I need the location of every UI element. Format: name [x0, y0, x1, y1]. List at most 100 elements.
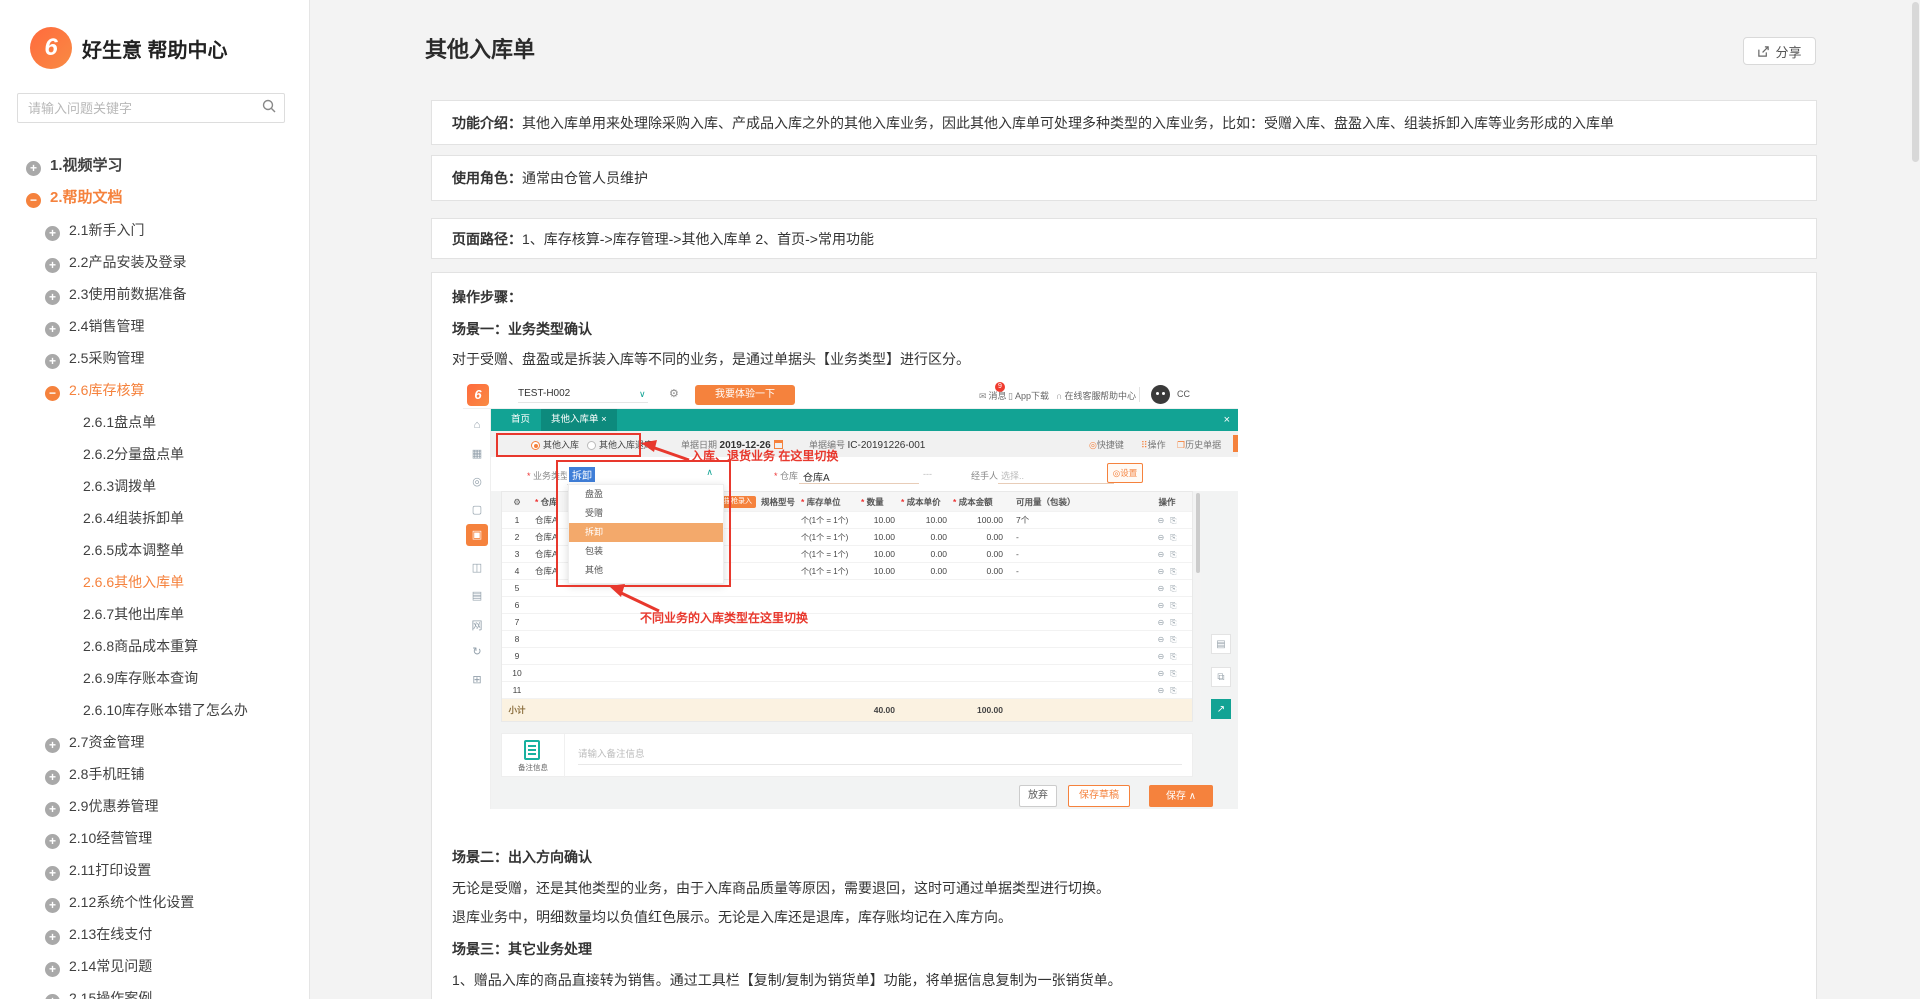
delete-row-icon: ⊖	[1157, 533, 1165, 542]
sidebar-item[interactable]: +2.10经营管理	[0, 822, 310, 854]
page-path-text: 1、库存核算->库存管理->其他入库单 2、首页->常用功能	[522, 230, 874, 247]
sidebar-item-label: 2.6.4组装拆卸单	[83, 510, 185, 526]
sidebar-item[interactable]: 2.6.5成本调整单	[0, 534, 310, 566]
delete-row-icon: ⊖	[1157, 516, 1165, 525]
annotation-text-2: 不同业务的入库类型在这里切换	[640, 611, 809, 625]
delete-row-icon: ⊖	[1157, 584, 1165, 593]
sidebar-item[interactable]: 2.6.1盘点单	[0, 406, 310, 438]
expand-icon[interactable]: +	[45, 994, 60, 999]
expand-icon[interactable]: +	[45, 290, 60, 305]
table-cell: 10.00	[925, 515, 947, 525]
expand-icon[interactable]: +	[45, 802, 60, 817]
expand-icon[interactable]: +	[45, 834, 60, 849]
page-path-label: 页面路径：	[452, 230, 522, 247]
sidebar-item[interactable]: +2.2产品安装及登录	[0, 246, 310, 278]
collapse-icon[interactable]: −	[45, 386, 60, 401]
biz-type-value: 拆卸	[569, 467, 595, 482]
sidebar-item[interactable]: 2.6.4组装拆卸单	[0, 502, 310, 534]
save-button: 保存 ∧	[1149, 785, 1213, 807]
table-cell	[898, 665, 950, 681]
steps-box: 操作步骤： 场景一：业务类型确认 对于受赠、盘盈或是拆装入库等不同的业务，是通过…	[431, 272, 1817, 999]
search-input[interactable]	[18, 100, 254, 116]
table-cell	[1006, 648, 1146, 664]
sidebar-item[interactable]: +2.7资金管理	[0, 726, 310, 758]
clipboard-icon	[524, 740, 540, 760]
expand-icon[interactable]: +	[45, 962, 60, 977]
sidebar-item-label: 2.3使用前数据准备	[69, 286, 187, 302]
expand-icon[interactable]: +	[45, 258, 60, 273]
sidebar-item[interactable]: +1.视频学习	[0, 150, 310, 182]
col-spec: 规格型号	[761, 497, 796, 507]
sidebar-item[interactable]: 2.6.6其他入库单	[0, 566, 310, 598]
expand-icon[interactable]: +	[45, 322, 60, 337]
table-cell: -	[1016, 532, 1019, 542]
sidebar-item[interactable]: +2.5采购管理	[0, 342, 310, 374]
expand-icon[interactable]: +	[45, 738, 60, 753]
sidebar-item[interactable]: 2.6.10库存账本错了怎么办	[0, 694, 310, 726]
gear-icon: ⚙	[669, 388, 679, 400]
expand-icon[interactable]: +	[45, 866, 60, 881]
table-cell	[858, 631, 898, 647]
sidebar-item[interactable]: 2.6.8商品成本重算	[0, 630, 310, 662]
sidebar-item[interactable]: 2.6.3调拨单	[0, 470, 310, 502]
sidebar-item-label: 2.6.2分量盘点单	[83, 446, 185, 462]
chevron-down-icon: ∨	[639, 389, 646, 399]
table-cell: ⊖ ⎘	[1146, 580, 1188, 596]
share-button[interactable]: 分享	[1743, 37, 1816, 65]
sidebar-item[interactable]: 2.6.9库存账本查询	[0, 662, 310, 694]
gear-icon: ⚙	[513, 497, 521, 507]
table-cell	[758, 512, 798, 528]
doc-panel-icon: ▤	[1211, 634, 1231, 654]
actions-icon: ⠿操作	[1141, 440, 1166, 450]
search-icon[interactable]	[254, 99, 284, 118]
table-cell	[950, 614, 1006, 630]
sidebar-item[interactable]: +2.4销售管理	[0, 310, 310, 342]
expand-icon[interactable]: +	[26, 161, 41, 176]
copy-row-icon: ⎘	[1170, 533, 1177, 542]
sidebar-item[interactable]: +2.8手机旺铺	[0, 758, 310, 790]
page-scrollbar[interactable]	[1912, 2, 1919, 162]
sidebar-item[interactable]: +2.11打印设置	[0, 854, 310, 886]
table-cell: 7	[514, 617, 520, 627]
expand-icon[interactable]: +	[45, 226, 60, 241]
expand-icon[interactable]: +	[45, 770, 60, 785]
sidebar-item-label: 2.6.1盘点单	[83, 414, 157, 430]
collapse-icon[interactable]: −	[26, 193, 41, 208]
table-cell: 10.00	[873, 532, 895, 542]
copy-row-icon: ⎘	[1170, 601, 1177, 610]
sidebar-item[interactable]: +2.9优惠券管理	[0, 790, 310, 822]
expand-panel-icon: ↗	[1211, 699, 1231, 719]
radio-icon	[587, 441, 596, 450]
table-cell	[758, 546, 798, 562]
expand-icon[interactable]: +	[45, 354, 60, 369]
app-side-rail: ⌂ ▦ ◎ ▢ ▣ ◫ ▤ 网 ↻ ⊞	[463, 409, 491, 809]
table-cell: 100.00	[977, 515, 1003, 525]
expand-icon[interactable]: +	[45, 930, 60, 945]
table-cell	[758, 580, 798, 596]
copy-row-icon: ⎘	[1170, 584, 1177, 593]
sidebar-item[interactable]: −2.帮助文档	[0, 182, 310, 214]
brand-logo-icon: 6	[30, 27, 72, 69]
delete-row-icon: ⊖	[1157, 669, 1165, 678]
biz-type-label: 业务类型	[527, 469, 569, 482]
sidebar-item[interactable]: 2.6.2分量盘点单	[0, 438, 310, 470]
app-try-button: 我要体验一下	[695, 385, 795, 405]
sidebar-item[interactable]: +2.3使用前数据准备	[0, 278, 310, 310]
sidebar-item[interactable]: −2.6库存核算	[0, 374, 310, 406]
box-icon: ◫	[471, 562, 483, 574]
expand-icon[interactable]: +	[45, 898, 60, 913]
table-cell: 0.00	[986, 549, 1003, 559]
sidebar-item[interactable]: +2.12系统个性化设置	[0, 886, 310, 918]
table-cell	[532, 614, 586, 630]
sidebar-item[interactable]: +2.15操作案例	[0, 982, 310, 999]
table-cell: 0.00	[930, 532, 947, 542]
table-cell	[532, 665, 586, 681]
table-cell	[758, 529, 798, 545]
sidebar-item[interactable]: +2.13在线支付	[0, 918, 310, 950]
sidebar-item[interactable]: 2.6.7其他出库单	[0, 598, 310, 630]
sidebar-item-label: 2.帮助文档	[50, 189, 123, 206]
sidebar-item[interactable]: +2.1新手入门	[0, 214, 310, 246]
label: App下载	[1014, 391, 1049, 401]
sidebar-item[interactable]: +2.14常见问题	[0, 950, 310, 982]
sidebar-search[interactable]	[17, 93, 285, 123]
